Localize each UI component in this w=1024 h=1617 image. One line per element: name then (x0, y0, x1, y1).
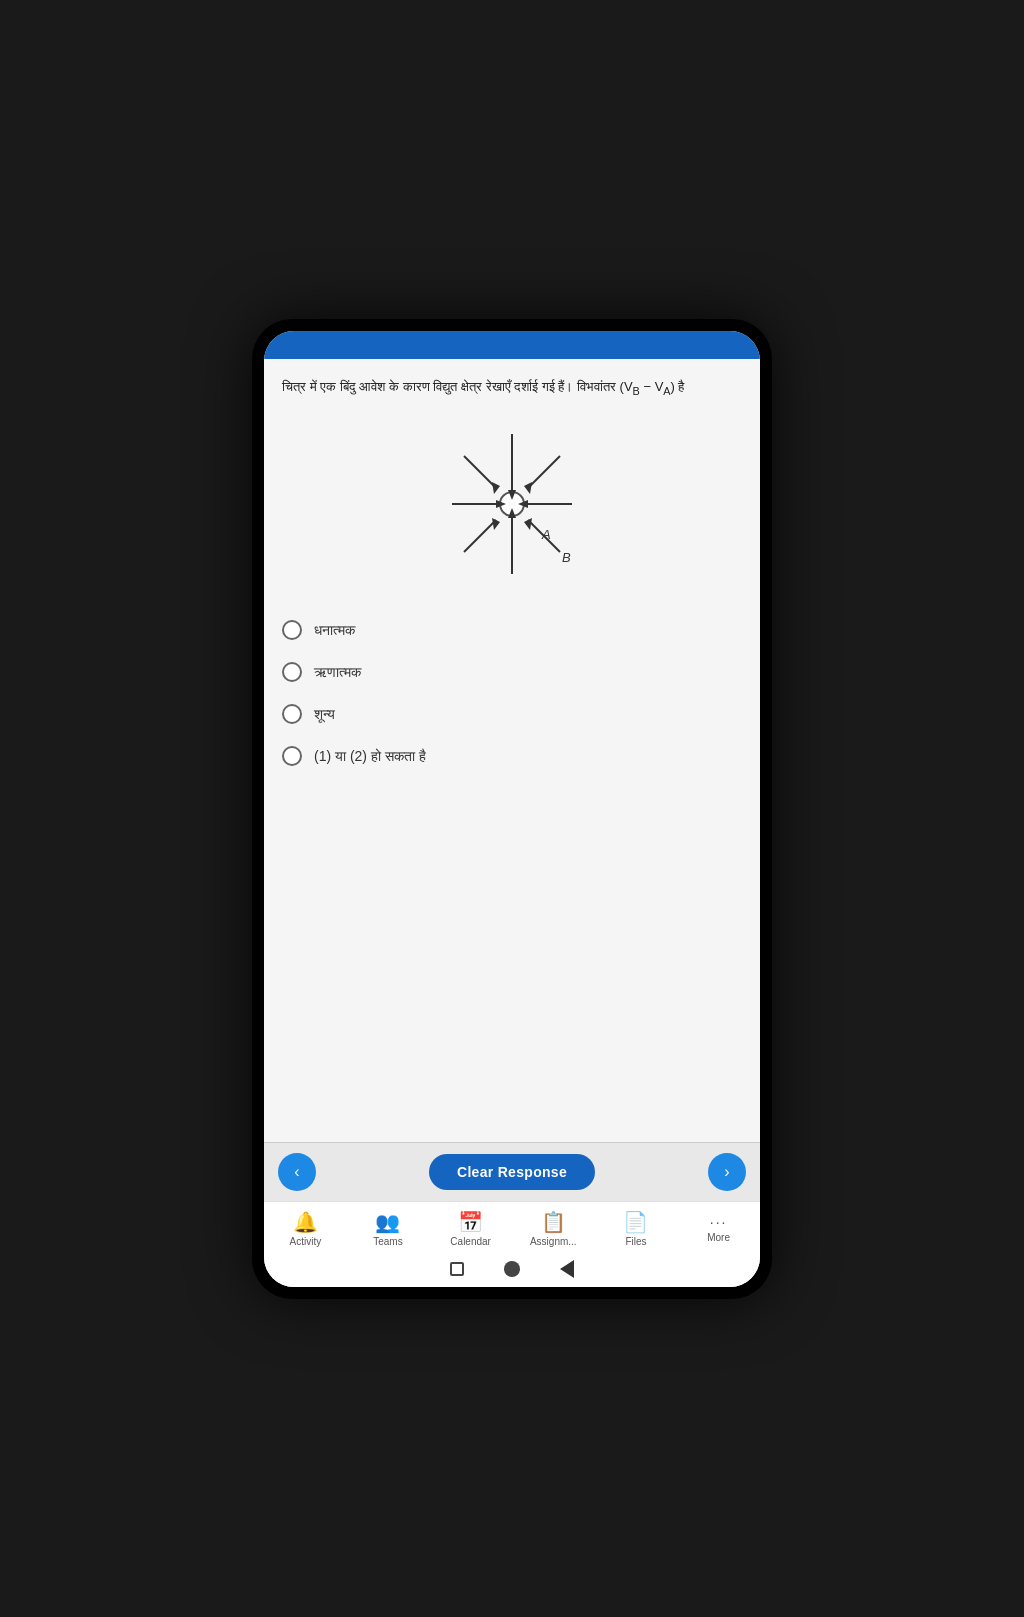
svg-text:A: A (541, 527, 551, 542)
nav-item-activity[interactable]: 🔔 Activity (279, 1210, 331, 1247)
calendar-icon: 📅 (458, 1210, 483, 1234)
option-4-label: (1) या (2) हो सकता है (314, 748, 426, 765)
android-nav-bar (264, 1251, 760, 1287)
svg-line-16 (464, 520, 496, 552)
nav-item-calendar[interactable]: 📅 Calendar (445, 1210, 497, 1247)
prev-button[interactable]: ‹ (278, 1153, 316, 1191)
android-square-btn[interactable] (450, 1262, 464, 1276)
assignments-icon: 📋 (541, 1210, 566, 1234)
option-3-label: शून्य (314, 706, 335, 723)
top-status-bar (264, 331, 760, 359)
svg-text:B: B (562, 550, 571, 565)
content-area: चित्र में एक बिंदु आवेश के कारण विद्युत … (264, 359, 760, 1142)
android-back-btn[interactable] (560, 1260, 574, 1278)
more-label: More (707, 1232, 730, 1243)
electric-field-diagram: B A (412, 414, 612, 594)
option-1[interactable]: धनात्मक (282, 620, 742, 640)
radio-option-1[interactable] (282, 620, 302, 640)
calendar-label: Calendar (450, 1236, 491, 1247)
next-button[interactable]: › (708, 1153, 746, 1191)
svg-marker-10 (524, 482, 532, 494)
option-4[interactable]: (1) या (2) हो सकता है (282, 746, 742, 766)
svg-line-11 (464, 456, 496, 488)
phone-container: चित्र में एक बिंदु आवेश के कारण विद्युत … (252, 319, 772, 1299)
teams-label: Teams (373, 1236, 402, 1247)
android-home-btn[interactable] (504, 1261, 520, 1277)
question-text: चित्र में एक बिंदु आवेश के कारण विद्युत … (282, 377, 742, 399)
bottom-nav: 🔔 Activity 👥 Teams 📅 Calendar 📋 Assignm.… (264, 1201, 760, 1251)
option-1-label: धनात्मक (314, 622, 355, 639)
clear-response-button[interactable]: Clear Response (429, 1154, 595, 1190)
phone-screen: चित्र में एक बिंदु आवेश के कारण विद्युत … (264, 331, 760, 1287)
nav-item-more[interactable]: ··· More (693, 1214, 745, 1243)
activity-icon: 🔔 (293, 1210, 318, 1234)
svg-marker-14 (524, 518, 532, 530)
files-icon: 📄 (623, 1210, 648, 1234)
svg-line-9 (528, 456, 560, 488)
svg-marker-17 (492, 518, 500, 530)
radio-option-3[interactable] (282, 704, 302, 724)
nav-item-teams[interactable]: 👥 Teams (362, 1210, 414, 1247)
option-2[interactable]: ऋणात्मक (282, 662, 742, 682)
nav-item-assignments[interactable]: 📋 Assignm... (527, 1210, 579, 1247)
more-icon: ··· (710, 1214, 728, 1230)
diagram-container: B A (412, 414, 612, 594)
files-label: Files (625, 1236, 646, 1247)
assignments-label: Assignm... (530, 1236, 577, 1247)
radio-option-2[interactable] (282, 662, 302, 682)
option-2-label: ऋणात्मक (314, 664, 361, 681)
radio-option-4[interactable] (282, 746, 302, 766)
options-list: धनात्मक ऋणात्मक शून्य (1) या (2) हो सकता… (282, 620, 742, 1129)
activity-label: Activity (289, 1236, 321, 1247)
teams-icon: 👥 (375, 1210, 400, 1234)
action-bar: ‹ Clear Response › (264, 1142, 760, 1201)
option-3[interactable]: शून्य (282, 704, 742, 724)
svg-marker-12 (492, 482, 500, 494)
nav-item-files[interactable]: 📄 Files (610, 1210, 662, 1247)
